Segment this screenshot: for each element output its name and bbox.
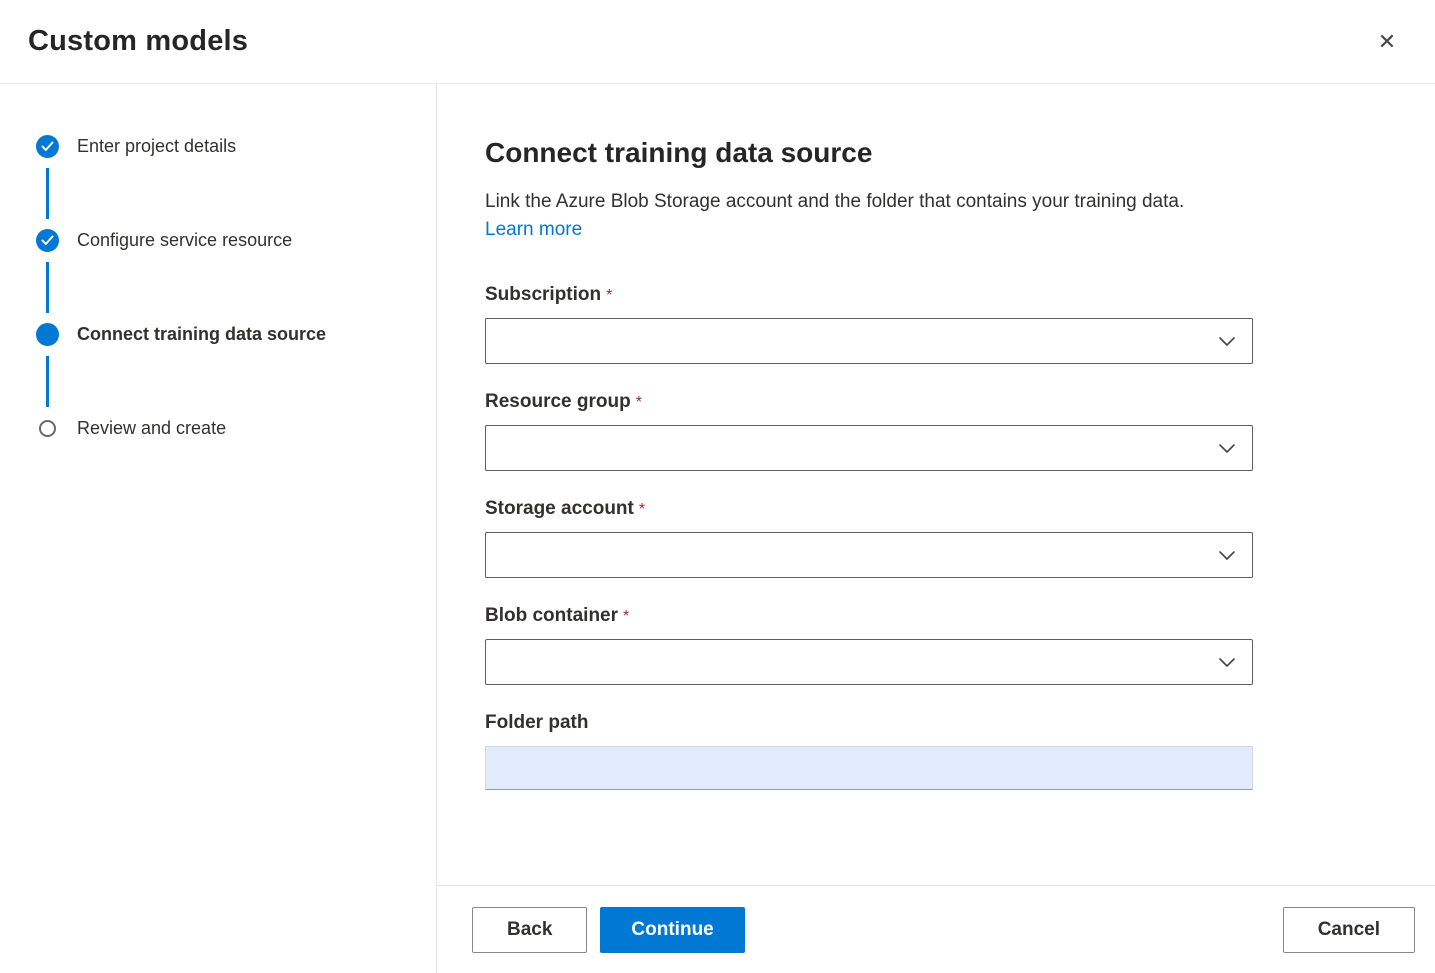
check-icon <box>41 235 54 246</box>
blob-container-field-group: Blob container * <box>485 605 1253 685</box>
dialog-footer: Back Continue Cancel <box>437 885 1435 973</box>
folder-path-field-group: Folder path <box>485 712 1253 790</box>
storage-account-field-group: Storage account * <box>485 498 1253 578</box>
close-button[interactable]: ✕ <box>1367 22 1407 62</box>
step-enter-project-details[interactable]: Enter project details <box>36 135 416 158</box>
custom-models-dialog: Custom models ✕ Enter project details <box>0 0 1435 973</box>
wizard-stepper: Enter project details Configure service … <box>0 84 437 973</box>
step-label: Enter project details <box>77 136 236 157</box>
storage-account-dropdown[interactable] <box>485 532 1253 578</box>
training-data-form: Subscription * Resource group * <box>485 284 1253 790</box>
check-icon <box>41 141 54 152</box>
back-button[interactable]: Back <box>472 907 587 953</box>
folder-path-input[interactable] <box>485 746 1253 790</box>
dialog-title: Custom models <box>28 25 248 58</box>
blob-container-label: Blob container <box>485 605 618 626</box>
resource-group-dropdown[interactable] <box>485 425 1253 471</box>
dialog-header: Custom models ✕ <box>0 0 1435 84</box>
step-connector <box>46 168 49 219</box>
resource-group-field-group: Resource group * <box>485 391 1253 471</box>
resource-group-label: Resource group <box>485 391 631 412</box>
required-marker: * <box>639 501 645 518</box>
step-review-and-create[interactable]: Review and create <box>36 417 416 440</box>
blob-container-dropdown[interactable] <box>485 639 1253 685</box>
required-marker: * <box>623 608 629 625</box>
step-label: Configure service resource <box>77 230 292 251</box>
step-connector <box>46 356 49 407</box>
learn-more-link[interactable]: Learn more <box>485 219 582 240</box>
step-connector <box>46 262 49 313</box>
cancel-button[interactable]: Cancel <box>1283 907 1415 953</box>
continue-button[interactable]: Continue <box>600 907 744 953</box>
subscription-dropdown[interactable] <box>485 318 1253 364</box>
subscription-label: Subscription <box>485 284 601 305</box>
step-label: Review and create <box>77 418 226 439</box>
subscription-field-group: Subscription * <box>485 284 1253 364</box>
step-content: Connect training data source Link the Az… <box>437 84 1435 885</box>
required-marker: * <box>636 394 642 411</box>
page-description: Link the Azure Blob Storage account and … <box>485 188 1225 244</box>
chevron-down-icon <box>1219 337 1235 346</box>
step-connect-training-data-source[interactable]: Connect training data source <box>36 323 416 346</box>
description-text: Link the Azure Blob Storage account and … <box>485 191 1184 212</box>
required-marker: * <box>606 287 612 304</box>
step-configure-service-resource[interactable]: Configure service resource <box>36 229 416 252</box>
step-upcoming-icon <box>36 417 59 440</box>
chevron-down-icon <box>1219 444 1235 453</box>
close-icon: ✕ <box>1378 29 1396 54</box>
folder-path-label: Folder path <box>485 712 588 733</box>
page-title: Connect training data source <box>485 137 1387 169</box>
chevron-down-icon <box>1219 658 1235 667</box>
step-completed-icon <box>36 135 59 158</box>
step-completed-icon <box>36 229 59 252</box>
step-label: Connect training data source <box>77 324 326 345</box>
step-current-icon <box>36 323 59 346</box>
chevron-down-icon <box>1219 551 1235 560</box>
storage-account-label: Storage account <box>485 498 634 519</box>
